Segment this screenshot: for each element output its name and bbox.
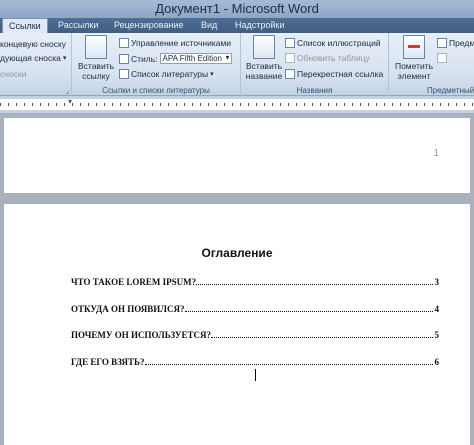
footnotes-group: концевую сноску дующая сноска ▾ сноски ⌟ (0, 33, 72, 96)
update-index-button[interactable] (437, 53, 447, 63)
ribbon: концевую сноску дующая сноска ▾ сноски ⌟ … (0, 33, 474, 96)
cross-reference-label: Перекрестная ссылка (297, 69, 384, 79)
toc-entry-page: 3 (434, 277, 440, 287)
header-page-number: 1 (433, 148, 439, 159)
citations-group-label: Ссылки и списки литературы (102, 86, 210, 95)
bibliography-label: Список литературы (131, 69, 209, 79)
update-table-icon (285, 53, 295, 63)
style-icon (119, 53, 129, 64)
captions-group-label: Названия (296, 86, 333, 95)
show-notes-label: сноски (0, 69, 27, 79)
toc-entry[interactable]: ПОЧЕМУ ОН ИСПОЛЬЗУЕТСЯ? 5 (71, 328, 439, 340)
toc-title: Оглавление (201, 246, 273, 260)
insert-caption-label: Вставить название (245, 61, 283, 81)
insert-caption-button[interactable]: Вставить название (244, 33, 284, 81)
next-footnote-button[interactable]: дующая сноска ▾ (0, 53, 66, 63)
insert-caption-icon (253, 35, 275, 59)
update-table-label: Обновить таблицу (297, 53, 370, 63)
tab-references[interactable]: Ссылки (2, 18, 48, 34)
dialog-launcher-icon[interactable]: ⌟ (66, 87, 69, 95)
manage-sources-button[interactable]: Управление источниками (119, 38, 231, 48)
toc-entry-text: ПОЧЕМУ ОН ИСПОЛЬЗУЕТСЯ? (71, 330, 211, 340)
show-notes-button[interactable]: сноски (0, 69, 26, 79)
update-table-button[interactable]: Обновить таблицу (285, 53, 370, 63)
insert-index-icon (437, 38, 447, 48)
bibliography-button[interactable]: Список литературы ▾ (119, 69, 214, 79)
insert-endnote-label: концевую сноску (0, 39, 67, 49)
chevron-down-icon: ▾ (210, 71, 214, 78)
insert-endnote-button[interactable]: концевую сноску (0, 39, 66, 49)
captions-group: Вставить название Список иллюстраций Обн… (241, 33, 389, 96)
window-title: Документ1 - Microsoft Word (0, 0, 474, 18)
citations-group: Вставить ссылку Управление источниками С… (72, 33, 241, 96)
insert-citation-icon (85, 35, 107, 59)
manage-sources-icon (119, 38, 129, 48)
manage-sources-label: Управление источниками (131, 38, 232, 48)
style-dropdown[interactable]: APA Fifth Edition (159, 53, 232, 64)
tab-review[interactable]: Рецензирование (108, 18, 190, 33)
cross-reference-button[interactable]: Перекрестная ссылка (285, 69, 383, 79)
text-cursor (255, 369, 256, 381)
cross-reference-icon (285, 69, 295, 79)
toc-entry-page: 4 (434, 304, 440, 314)
document-page-1: 1 (4, 118, 470, 193)
mark-entry-icon (403, 35, 425, 59)
insert-index-button[interactable]: Предм (437, 38, 474, 48)
toc-entry[interactable]: ОТКУДА ОН ПОЯВИЛСЯ? 4 (71, 302, 439, 314)
style-selector: Стиль: APA Fifth Edition (119, 53, 232, 64)
tab-view[interactable]: Вид (195, 18, 223, 33)
update-index-icon (437, 53, 447, 63)
toc-entry-text: ОТКУДА ОН ПОЯВИЛСЯ? (71, 304, 185, 314)
toc-entry-text: ГДЕ ЕГО ВЗЯТЬ? (71, 357, 145, 367)
toc-leader (184, 311, 433, 312)
list-of-figures-button[interactable]: Список иллюстраций (285, 38, 381, 48)
insert-citation-button[interactable]: Вставить ссылку (76, 33, 116, 81)
document-page-2[interactable]: Оглавление ЧТО ТАКОЕ LOREM IPSUM? 3 ОТКУ… (4, 204, 470, 445)
index-group-label: Предметный (427, 86, 474, 95)
toc-entry-page: 6 (434, 357, 440, 367)
tab-mailings[interactable]: Рассылки (52, 18, 104, 33)
toc-entry[interactable]: ЧТО ТАКОЕ LOREM IPSUM? 3 (71, 275, 439, 287)
insert-index-label: Предм (449, 38, 474, 48)
mark-entry-label: Пометить элемент (394, 61, 434, 81)
toc-leader (196, 284, 433, 285)
toc-leader (144, 364, 433, 365)
tab-addins[interactable]: Надстройки (229, 18, 290, 33)
list-of-figures-label: Список иллюстраций (297, 38, 381, 48)
horizontal-ruler[interactable]: ▾ (0, 96, 474, 114)
indent-marker-icon[interactable]: ▾ (68, 97, 72, 106)
chevron-down-icon: ▾ (62, 55, 67, 62)
toc-leader (211, 337, 433, 338)
bibliography-icon (119, 69, 129, 79)
toc-entry-page: 5 (434, 330, 440, 340)
mark-entry-button[interactable]: Пометить элемент (393, 33, 435, 81)
ribbon-tab-row: Ссылки Рассылки Рецензирование Вид Надст… (0, 18, 474, 34)
list-of-figures-icon (285, 38, 295, 48)
toc-entry[interactable]: ГДЕ ЕГО ВЗЯТЬ? 6 (71, 355, 439, 367)
style-label: Стиль: (131, 53, 158, 64)
insert-citation-label: Вставить ссылку (77, 61, 115, 81)
next-footnote-label: дующая сноска (0, 53, 61, 63)
index-group: Пометить элемент Предм Предметный (389, 33, 474, 96)
toc-entry-text: ЧТО ТАКОЕ LOREM IPSUM? (71, 277, 197, 287)
